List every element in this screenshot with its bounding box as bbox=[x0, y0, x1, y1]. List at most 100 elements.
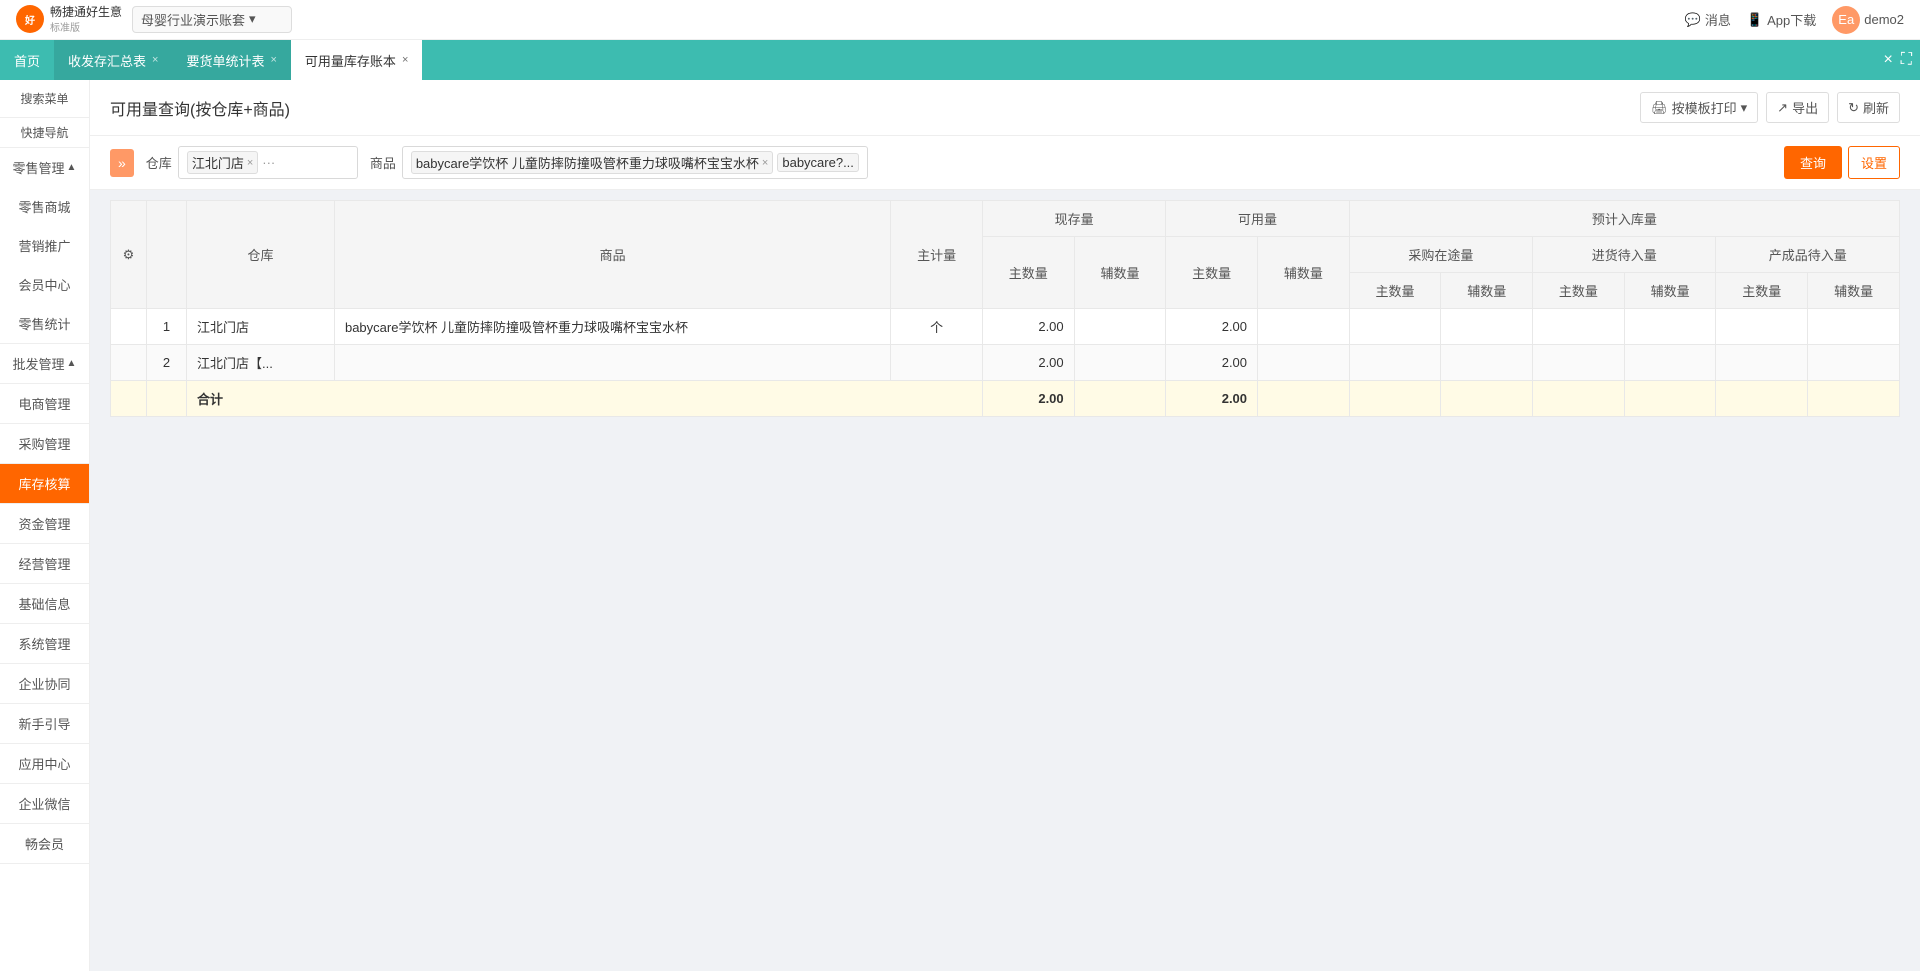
sidebar-section-guide: 新手引导 bbox=[0, 704, 89, 744]
summary-available-aux bbox=[1258, 381, 1350, 417]
row1-inbound-pending-aux bbox=[1624, 309, 1716, 345]
tab-receive-send-label: 收发存汇总表 bbox=[68, 51, 146, 70]
sidebar-item-member[interactable]: 会员中心 bbox=[0, 265, 89, 304]
row2-production-pending-main bbox=[1716, 345, 1808, 381]
phone-icon: 📱 bbox=[1747, 12, 1763, 28]
tab-available-stock[interactable]: 可用量库存账本 × bbox=[291, 40, 422, 80]
sidebar-item-retail-mall-label: 零售商城 bbox=[18, 197, 70, 216]
tab-receive-send-close[interactable]: × bbox=[152, 54, 158, 66]
sidebar-item-retail-stats[interactable]: 零售统计 bbox=[0, 304, 89, 343]
chevron-icon-2: ▲ bbox=[67, 358, 77, 369]
sidebar-section-enterprise-wechat: 企业微信 bbox=[0, 784, 89, 824]
row1-settings bbox=[111, 309, 147, 345]
th-settings[interactable]: ⚙ bbox=[111, 201, 147, 309]
industry-selector[interactable]: 母婴行业演示账套 ▾ bbox=[132, 6, 292, 33]
filter-expand-button[interactable]: » bbox=[110, 149, 134, 177]
sidebar-item-system[interactable]: 系统管理 bbox=[0, 624, 89, 663]
sidebar-item-guide[interactable]: 新手引导 bbox=[0, 704, 89, 743]
tab-available-stock-close[interactable]: × bbox=[402, 54, 408, 66]
sidebar-section-enterprise: 企业协同 bbox=[0, 664, 89, 704]
warehouse-tag-close[interactable]: × bbox=[247, 157, 253, 169]
sidebar-item-system-label: 系统管理 bbox=[18, 634, 70, 653]
sidebar-item-app-center-label: 应用中心 bbox=[18, 754, 70, 773]
row1-available-aux bbox=[1258, 309, 1350, 345]
tab-order-stats-close[interactable]: × bbox=[270, 54, 276, 66]
user-info[interactable]: Ea demo2 bbox=[1832, 6, 1904, 34]
page-title: 可用量查询(按仓库+商品) bbox=[110, 96, 290, 132]
template-print-button[interactable]: 🖨 按模板打印 ▾ bbox=[1640, 92, 1758, 123]
table-row: 1 江北门店 babycare学饮杯 儿童防摔防撞吸管杯重力球吸嘴杯宝宝水杯 个… bbox=[111, 309, 1900, 345]
sidebar-item-ecommerce[interactable]: 电商管理 bbox=[0, 384, 89, 423]
sidebar-search[interactable]: 搜索菜单 bbox=[0, 80, 89, 118]
chevron-icon: ▲ bbox=[67, 162, 77, 173]
refresh-label: 刷新 bbox=[1863, 98, 1889, 117]
summary-stock-main: 2.00 bbox=[982, 381, 1074, 417]
app-download-action[interactable]: 📱 App下载 bbox=[1747, 10, 1816, 29]
th-purchase-transit: 采购在途量 bbox=[1349, 237, 1532, 273]
filter-bar: » 仓库 江北门店 × ··· 商品 babycare学饮杯 儿童防摔防撞吸管杯… bbox=[90, 136, 1920, 190]
sidebar-section-operations: 经营管理 bbox=[0, 544, 89, 584]
warehouse-tag: 江北门店 × bbox=[187, 151, 258, 174]
export-label: 导出 bbox=[1792, 98, 1818, 117]
th-available-aux: 辅数量 bbox=[1258, 237, 1350, 309]
row2-inbound-pending-main bbox=[1533, 345, 1625, 381]
message-label: 消息 bbox=[1705, 10, 1731, 29]
th-stock-aux: 辅数量 bbox=[1074, 237, 1166, 309]
sidebar-quick-nav[interactable]: 快捷导航 bbox=[0, 118, 89, 148]
sidebar-item-basic[interactable]: 基础信息 bbox=[0, 584, 89, 623]
sidebar-item-inventory[interactable]: 库存核算 bbox=[0, 464, 89, 503]
product-tag-1: babycare学饮杯 儿童防摔防撞吸管杯重力球吸嘴杯宝宝水杯 × bbox=[411, 151, 774, 174]
message-action[interactable]: 💬 消息 bbox=[1685, 10, 1731, 29]
th-production-pending-aux: 辅数量 bbox=[1808, 273, 1900, 309]
summary-row: 合计 2.00 2.00 bbox=[111, 381, 1900, 417]
sidebar-item-purchase[interactable]: 采购管理 bbox=[0, 424, 89, 463]
sidebar-item-wholesale[interactable]: 批发管理 ▲ bbox=[0, 344, 89, 383]
row2-stock-main: 2.00 bbox=[982, 345, 1074, 381]
th-inbound-pending: 进货待入量 bbox=[1533, 237, 1716, 273]
tab-order-stats[interactable]: 要货单统计表 × bbox=[172, 40, 290, 80]
product-tag-1-value: babycare学饮杯 儿童防摔防撞吸管杯重力球吸嘴杯宝宝水杯 bbox=[416, 153, 759, 172]
warehouse-filter-input[interactable]: 江北门店 × ··· bbox=[178, 146, 358, 179]
th-number bbox=[147, 201, 187, 309]
content-area: 可用量查询(按仓库+商品) 🖨 按模板打印 ▾ ↗ 导出 ↻ 刷新 » bbox=[90, 80, 1920, 971]
sidebar-item-retail-label: 零售管理 bbox=[13, 158, 65, 177]
product-tag-2: babycare?... bbox=[777, 153, 859, 172]
sidebar-item-marketing[interactable]: 营销推广 bbox=[0, 226, 89, 265]
product-filter-input[interactable]: babycare学饮杯 儿童防摔防撞吸管杯重力球吸嘴杯宝宝水杯 × babyca… bbox=[402, 146, 868, 179]
setting-button[interactable]: 设置 bbox=[1848, 146, 1900, 179]
sidebar-item-vip[interactable]: 畅会员 bbox=[0, 824, 89, 863]
close-all-tabs[interactable]: × bbox=[1883, 51, 1892, 69]
tab-receive-send[interactable]: 收发存汇总表 × bbox=[54, 40, 172, 80]
export-button[interactable]: ↗ 导出 bbox=[1766, 92, 1829, 123]
th-main-unit: 主计量 bbox=[891, 201, 983, 309]
sidebar-item-operations[interactable]: 经营管理 bbox=[0, 544, 89, 583]
warehouse-ellipsis[interactable]: ··· bbox=[262, 155, 275, 170]
tab-order-stats-label: 要货单统计表 bbox=[186, 51, 264, 70]
sidebar-item-member-label: 会员中心 bbox=[18, 275, 70, 294]
message-icon: 💬 bbox=[1685, 12, 1701, 28]
summary-available-main: 2.00 bbox=[1166, 381, 1258, 417]
top-bar: 好 畅捷通好生意 标准版 母婴行业演示账套 ▾ 💬 消息 📱 App下载 Ea … bbox=[0, 0, 1920, 40]
sidebar-item-finance[interactable]: 资金管理 bbox=[0, 504, 89, 543]
sidebar-item-retail-stats-label: 零售统计 bbox=[18, 314, 70, 333]
sidebar-item-enterprise-wechat[interactable]: 企业微信 bbox=[0, 784, 89, 823]
sidebar-item-retail[interactable]: 零售管理 ▲ bbox=[0, 148, 89, 187]
th-production-pending-main: 主数量 bbox=[1716, 273, 1808, 309]
product-tag-1-close[interactable]: × bbox=[762, 157, 768, 169]
tab-home[interactable]: 首页 bbox=[0, 40, 54, 80]
query-button[interactable]: 查询 bbox=[1784, 146, 1842, 179]
sidebar-item-purchase-label: 采购管理 bbox=[18, 434, 70, 453]
sidebar-item-enterprise[interactable]: 企业协同 bbox=[0, 664, 89, 703]
row1-index: 1 bbox=[147, 309, 187, 345]
sidebar-item-app-center[interactable]: 应用中心 bbox=[0, 744, 89, 783]
sidebar-section-basic: 基础信息 bbox=[0, 584, 89, 624]
main-layout: 搜索菜单 快捷导航 零售管理 ▲ 零售商城 营销推广 会员中心 零售统计 批发管… bbox=[0, 80, 1920, 971]
th-inbound-pending-aux: 辅数量 bbox=[1624, 273, 1716, 309]
sidebar-item-enterprise-wechat-label: 企业微信 bbox=[18, 794, 70, 813]
refresh-button[interactable]: ↻ 刷新 bbox=[1837, 92, 1900, 123]
summary-settings bbox=[111, 381, 147, 417]
row1-purchase-transit-aux bbox=[1441, 309, 1533, 345]
row1-stock-main: 2.00 bbox=[982, 309, 1074, 345]
fullscreen-btn[interactable]: ⛶ bbox=[1901, 51, 1912, 69]
sidebar-item-retail-mall[interactable]: 零售商城 bbox=[0, 187, 89, 226]
